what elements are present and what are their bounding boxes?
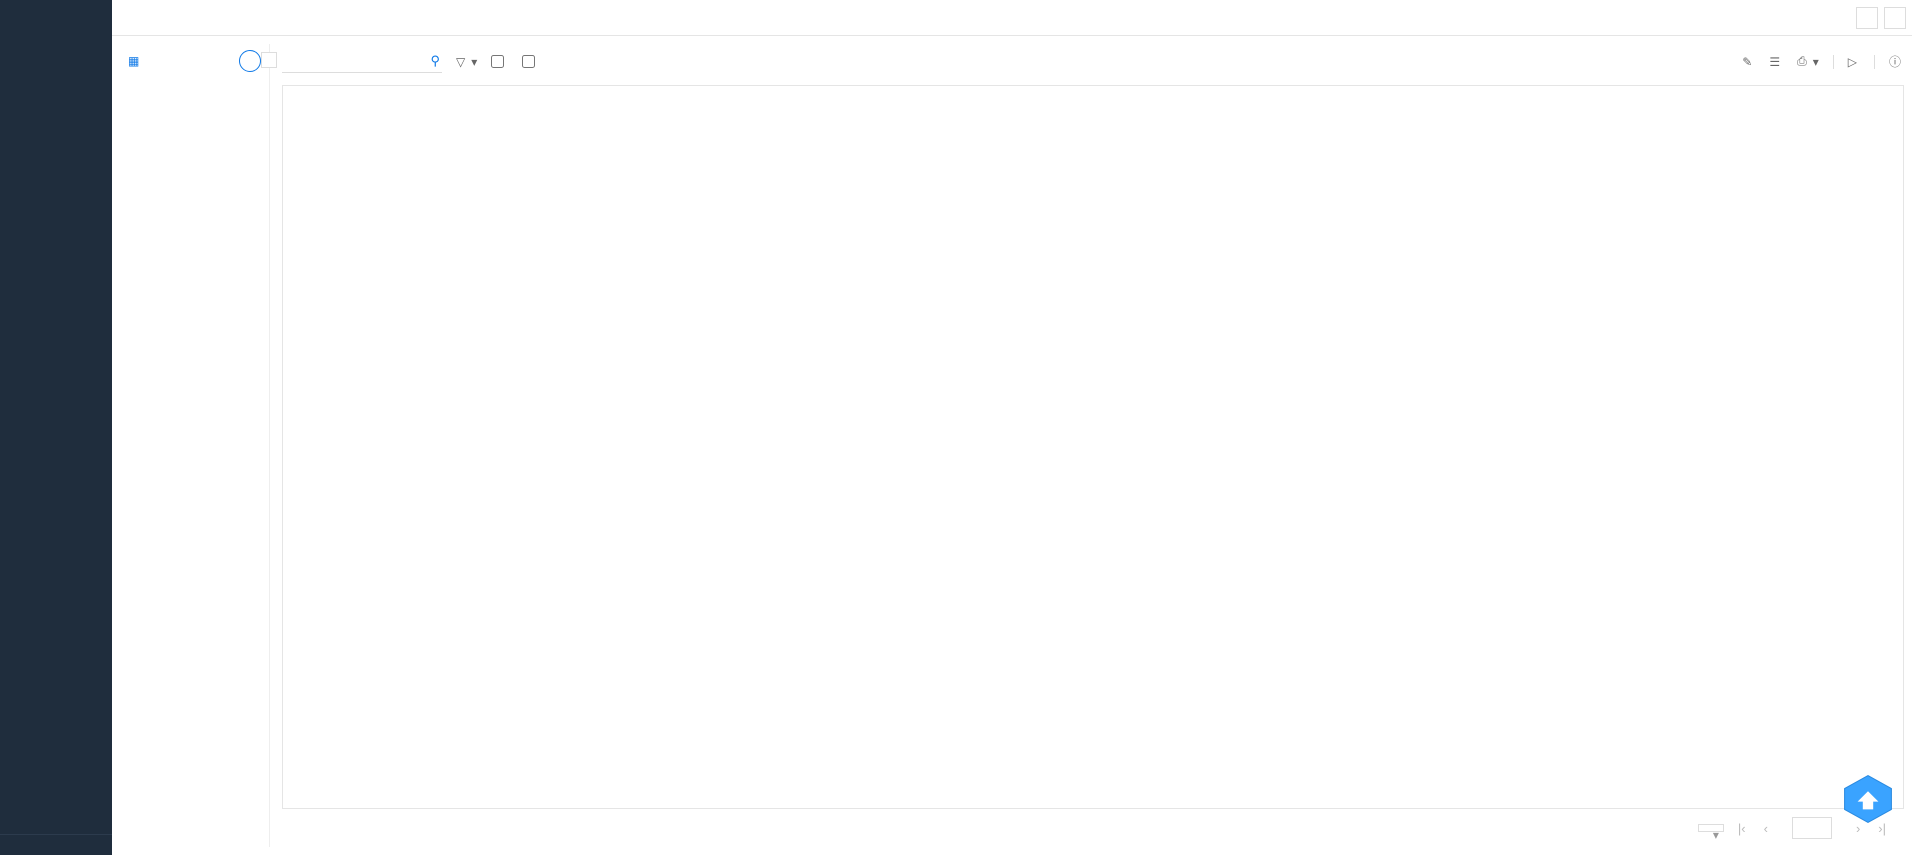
sound-icon[interactable] [56,835,112,855]
sidebar [0,0,112,855]
close-all-tabs-button[interactable] [1856,7,1878,29]
category-panel: ▦ [120,44,270,847]
first-page-button[interactable]: |‹ [1734,819,1750,838]
search-icon[interactable]: ⚲ [430,53,440,69]
data-table[interactable] [282,85,1904,809]
category-edit-button[interactable] [239,50,261,72]
divider [1833,55,1834,69]
edit-icon: ✎ [1742,55,1752,69]
fullscreen-button[interactable] [1884,7,1906,29]
operate-link[interactable]: ☰ [1769,55,1783,69]
print-link[interactable]: ⎙ ▾ [1797,54,1819,69]
collapse-panel-button[interactable] [261,52,277,68]
per-page-select[interactable]: ▾ [1698,824,1724,832]
list-icon: ☰ [1769,55,1780,69]
chevron-down-icon: ▾ [1813,55,1819,69]
divider [1874,55,1875,69]
search-input[interactable] [282,50,442,73]
filter-icon: ▽ [456,55,465,69]
video-link[interactable]: ▷ [1848,55,1860,69]
hide-zero-checkbox[interactable] [491,55,508,68]
assistant-bird-button[interactable] [1842,773,1894,825]
chevron-down-icon: ▾ [1713,828,1719,842]
more-conditions-link[interactable]: ▽ ▾ [456,55,477,69]
grid-icon: ▦ [128,54,139,68]
tabs-bar [112,0,1912,36]
chevron-down-icon: ▾ [471,55,477,69]
prev-page-button[interactable]: ‹ [1760,819,1772,838]
settings-icon[interactable] [0,835,56,855]
help-link[interactable]: ⓘ [1889,53,1904,70]
help-icon: ⓘ [1889,53,1901,70]
toolbar: ⚲ ▽ ▾ [282,44,1904,79]
pagination: ▾ |‹ ‹ › ›| [282,809,1904,847]
page-input[interactable] [1792,817,1832,839]
smart-edit-link[interactable]: ✎ [1742,55,1755,69]
play-icon: ▷ [1848,55,1857,69]
only-main-unit-checkbox[interactable] [522,55,539,68]
print-icon: ⎙ [1797,54,1807,69]
